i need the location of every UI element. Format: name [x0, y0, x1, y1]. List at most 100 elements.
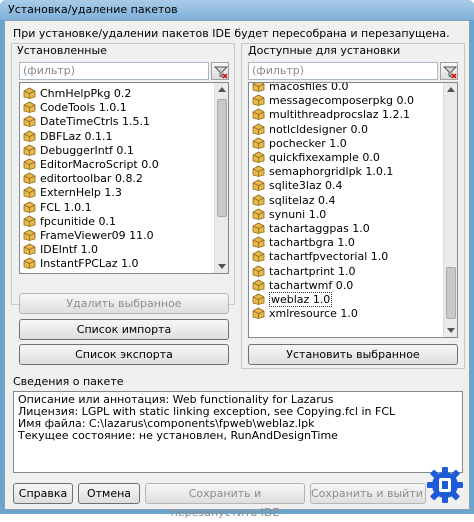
package-icon: [23, 144, 36, 156]
package-icon: [23, 87, 36, 99]
package-icon: [252, 83, 265, 92]
package-list-item[interactable]: DateTimeCtrls 1.5.1: [22, 114, 150, 129]
install-selected-button[interactable]: Установить выбранное: [248, 344, 458, 365]
save-and-rebuild-button[interactable]: Сохранить и перезапустить IDE: [145, 483, 305, 519]
scroll-down-icon[interactable]: [218, 264, 226, 269]
package-list-item[interactable]: tachartwmf 0.0: [251, 278, 353, 293]
package-list-item[interactable]: sqlite3laz 0.4: [251, 178, 342, 193]
package-list-item[interactable]: pochecker 1.0: [251, 136, 347, 151]
remove-selected-button[interactable]: Удалить выбранное: [19, 293, 229, 314]
package-icon: [252, 208, 265, 220]
package-name: semaphorgridlpk 1.0.1: [269, 165, 394, 179]
package-name: sqlitelaz 0.4: [269, 193, 336, 207]
available-scrollbar[interactable]: [443, 83, 457, 337]
package-icon: [252, 194, 265, 206]
package-list-item[interactable]: IDEIntf 1.0: [22, 242, 98, 257]
window-title: Установка/удаление пакетов: [8, 3, 178, 16]
package-name: notlcldesigner 0.0: [269, 122, 368, 136]
package-name: DateTimeCtrls 1.5.1: [40, 115, 150, 129]
package-name: ChmHelpPkg 0.2: [40, 87, 132, 100]
package-list-item[interactable]: ExternHelp 1.3: [22, 185, 122, 200]
scroll-down-icon[interactable]: [447, 328, 455, 333]
package-list-item[interactable]: quickfixexample 0.0: [251, 150, 380, 165]
package-list-item[interactable]: fpcunitide 0.1: [22, 214, 116, 229]
package-name: FCL 1.0.1: [40, 200, 92, 214]
package-list-item[interactable]: messagecomposerpkg 0.0: [251, 93, 414, 108]
installed-filter-input[interactable]: (фильтр): [19, 62, 209, 80]
scroll-thumb[interactable]: [446, 267, 456, 319]
package-list-item[interactable]: editortoolbar 0.8.2: [22, 171, 143, 186]
package-name: weblaz 1.0: [269, 292, 333, 307]
package-list-item[interactable]: tachartbgra 1.0: [251, 235, 355, 250]
package-list-item[interactable]: tachartprint 1.0: [251, 264, 356, 279]
package-info-label: Сведения о пакете: [13, 375, 124, 388]
package-name: InstantFPCLaz 1.0: [40, 257, 139, 271]
package-list-item[interactable]: weblaz 1.0: [251, 292, 333, 307]
package-name: synuni 1.0: [269, 207, 327, 221]
installed-label: Установленные: [17, 44, 107, 57]
package-list-item[interactable]: InstantFPCLaz 1.0: [22, 256, 139, 271]
package-list-item[interactable]: xmlresource 1.0: [251, 306, 358, 321]
info-status: Текущее состояние: не установлен, RunAnd…: [18, 429, 338, 442]
help-button[interactable]: Справка: [13, 483, 73, 504]
package-name: quickfixexample 0.0: [269, 151, 380, 164]
package-list-item[interactable]: synuni 1.0: [251, 207, 326, 222]
package-list-item[interactable]: ChmHelpPkg 0.2: [22, 86, 131, 101]
package-icon: [23, 257, 36, 270]
installed-filter-clear-button[interactable]: [211, 62, 229, 80]
package-icon: [23, 243, 36, 256]
package-icon: [252, 108, 265, 121]
package-name: tachartwmf 0.0: [269, 278, 354, 292]
cancel-button[interactable]: Отмена: [78, 483, 140, 504]
package-list-item[interactable]: FrameViewer09 11.0: [22, 228, 154, 243]
package-icon: [23, 186, 36, 199]
package-name: fpcunitide 0.1: [40, 214, 117, 228]
package-name: editortoolbar 0.8.2: [40, 172, 143, 186]
package-list-item[interactable]: notlcldesigner 0.0: [251, 122, 368, 137]
package-info-box: Описание или аннотация: Web functionalit…: [13, 391, 463, 473]
package-list-item[interactable]: semaphorgridlpk 1.0.1: [251, 164, 393, 179]
package-list-item[interactable]: tachartaggpas 1.0: [251, 221, 370, 236]
installed-package-list[interactable]: InstantFPCLaz 1.0 IDEIntf 1.0 FrameViewer0…: [19, 82, 229, 274]
package-list-item[interactable]: tachartfpvectorial 1.0: [251, 249, 388, 264]
package-name: DebuggerIntf 0.1: [40, 143, 134, 157]
package-icon: [252, 123, 265, 135]
title-bar[interactable]: Установка/удаление пакетов: [0, 0, 474, 20]
export-list-button[interactable]: Список экспорта: [19, 344, 229, 365]
available-label: Доступные для установки: [248, 44, 401, 57]
package-name: pochecker 1.0: [269, 136, 347, 150]
package-name: xmlresource 1.0: [269, 307, 358, 321]
package-name: tachartfpvectorial 1.0: [269, 250, 389, 264]
package-icon: [23, 158, 36, 170]
package-icon: [252, 293, 265, 305]
package-icon: [252, 265, 265, 277]
package-name: tachartaggpas 1.0: [269, 222, 370, 235]
package-name: FrameViewer09 11.0: [40, 229, 154, 242]
package-icon: [23, 115, 36, 128]
package-list-item[interactable]: macosfiles 0.0: [251, 83, 348, 94]
import-list-button[interactable]: Список импорта: [19, 319, 229, 340]
available-package-list[interactable]: xmlresource 1.0 weblaz 1.0 tachartwmf 0.0 t…: [248, 82, 458, 338]
available-filter-clear-button[interactable]: [440, 62, 458, 80]
package-name: IDEIntf 1.0: [40, 243, 99, 257]
package-list-item[interactable]: EditorMacroScript 0.0: [22, 157, 159, 172]
package-name: multithreadprocslaz 1.2.1: [269, 108, 410, 122]
scroll-up-icon[interactable]: [218, 87, 226, 92]
package-icon: [23, 172, 36, 185]
available-filter-input[interactable]: (фильтр): [248, 62, 438, 80]
package-icon: [252, 279, 265, 291]
scroll-thumb[interactable]: [217, 99, 227, 217]
package-name: tachartprint 1.0: [269, 264, 356, 278]
package-list-item[interactable]: FCL 1.0.1: [22, 200, 92, 215]
package-list-item[interactable]: DBFLaz 0.1.1: [22, 129, 112, 144]
package-list-item[interactable]: sqlitelaz 0.4: [251, 193, 335, 208]
package-icon: [252, 236, 265, 249]
hint-text: При установке/удалении пакетов IDE будет…: [13, 27, 450, 40]
scroll-up-icon[interactable]: [447, 87, 455, 92]
package-list-item[interactable]: CodeTools 1.0.1: [22, 100, 127, 115]
package-list-item[interactable]: DebuggerIntf 0.1: [22, 143, 134, 158]
save-and-exit-button[interactable]: Сохранить и выйти из диалога: [310, 483, 426, 504]
package-icon: [252, 307, 265, 320]
package-list-item[interactable]: multithreadprocslaz 1.2.1: [251, 107, 410, 122]
installed-scrollbar[interactable]: [214, 83, 228, 273]
